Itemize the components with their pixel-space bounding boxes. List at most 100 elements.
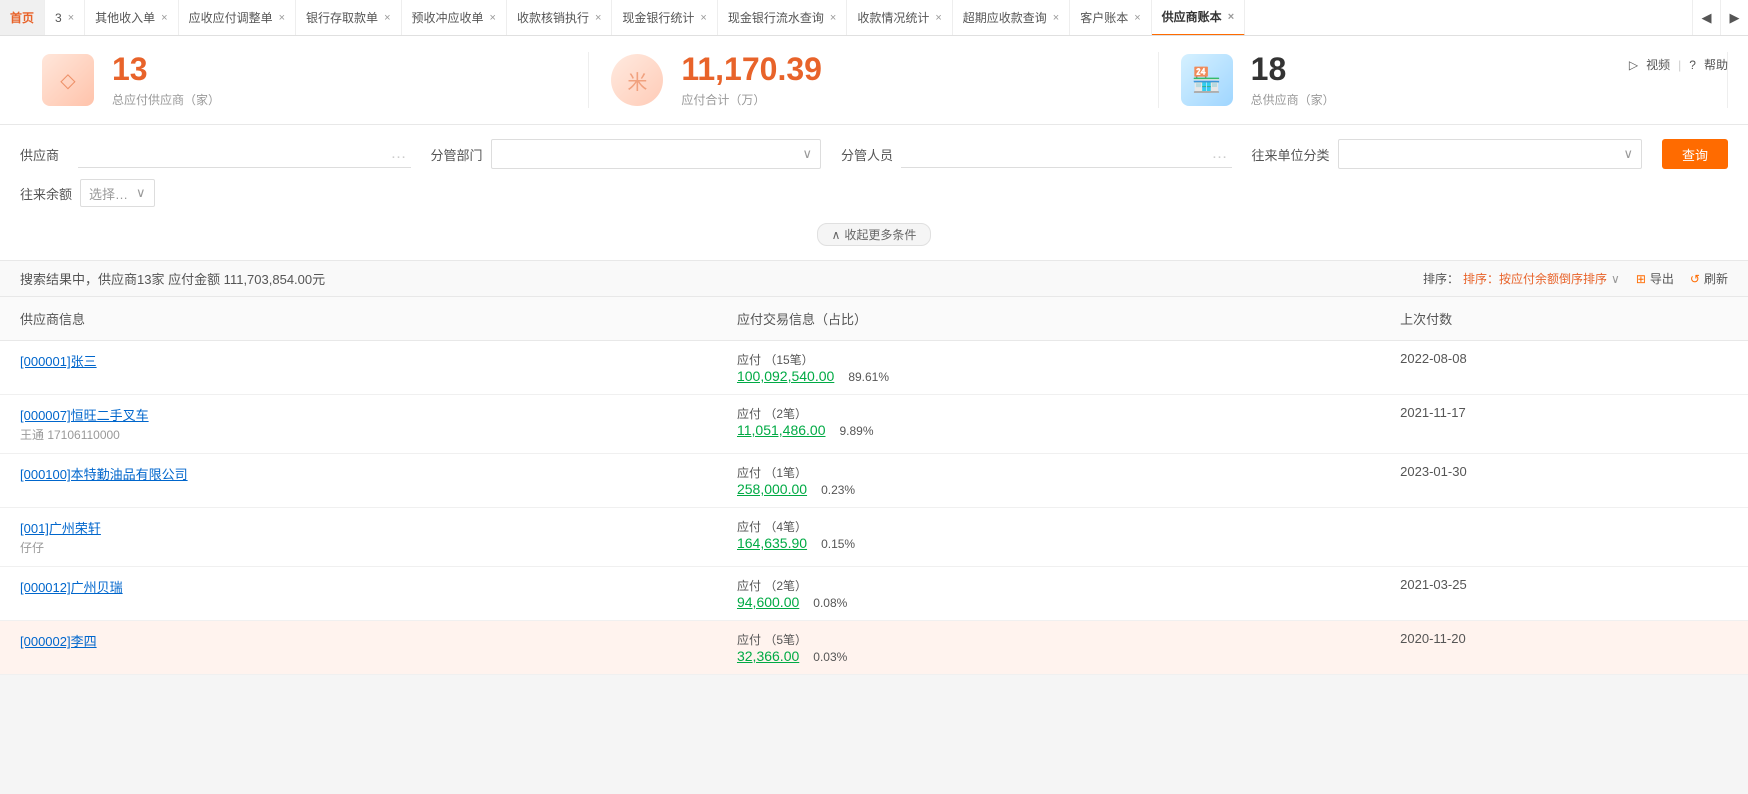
nav-supplier-ledger-close[interactable]: × [1228, 11, 1234, 23]
nav-bank-deposit-close[interactable]: × [384, 12, 390, 24]
payable-icon: 米 [609, 52, 665, 108]
last-payment-cell: 2022-08-08 [1380, 341, 1748, 395]
nav-bank-deposit-label: 银行存取款单 [306, 9, 378, 26]
supplier-info-cell: [001]广州荣轩仔仔 [0, 508, 717, 567]
payable-amount[interactable]: 11,051,486.00 [737, 422, 826, 438]
help-link[interactable]: 帮助 [1704, 56, 1728, 73]
total-payable-suppliers-label: 总应付供应商（家） [112, 91, 220, 108]
supplier-link[interactable]: [000100]本特勤油品有限公司 [20, 467, 188, 482]
payable-amount[interactable]: 100,092,540.00 [737, 368, 834, 384]
nav-cash-bank-stat-close[interactable]: × [700, 12, 706, 24]
payable-amount[interactable]: 94,600.00 [737, 594, 799, 610]
last-payment-cell: 2021-11-17 [1380, 395, 1748, 454]
table-row: [000002]李四应付 （5笔）32,366.000.03%2020-11-2… [0, 621, 1748, 675]
supplier-link[interactable]: [000002]李四 [20, 634, 97, 649]
filter-section: 供应商 … 分管部门 ∨ 分管人员 … 往来单位分类 [0, 125, 1748, 261]
payable-info-cell: 应付 （15笔）100,092,540.0089.61% [717, 341, 1380, 395]
supplier-info-cell: [000007]恒旺二手叉车王通 17106110000 [0, 395, 717, 454]
supplier-link[interactable]: [000001]张三 [20, 354, 97, 369]
supplier-table: 供应商信息 应付交易信息（占比） 上次付数 [000001]张三 应付 （15笔）… [0, 297, 1748, 675]
unit-chevron-icon: ∨ [1623, 146, 1633, 162]
payable-label: 应付 （15笔） [737, 351, 1360, 368]
nav-customer-ledger-close[interactable]: × [1134, 12, 1140, 24]
total-suppliers-value: 18 [1251, 52, 1335, 87]
nav-next-arrow[interactable]: ▶ [1720, 0, 1748, 36]
table-header-row: 供应商信息 应付交易信息（占比） 上次付数 [0, 297, 1748, 341]
table-row: [000007]恒旺二手叉车王通 17106110000应付 （2笔）11,05… [0, 395, 1748, 454]
sort-button[interactable]: 排序： 排序：按应付余额倒序排序 ∨ [1423, 270, 1620, 287]
export-button[interactable]: ⊞ 导出 [1636, 270, 1674, 287]
payable-percent: 0.08% [813, 596, 847, 610]
sort-value: 排序：按应付余额倒序排序 [1463, 270, 1607, 287]
nav-prev-arrow[interactable]: ◀ [1692, 0, 1720, 36]
nav-other-income[interactable]: 其他收入单 × [85, 0, 178, 36]
dept-filter-label: 分管部门 [431, 145, 483, 164]
nav-ar-ap-adjust[interactable]: 应收应付调整单 × [179, 0, 296, 36]
supplier-link[interactable]: [000007]恒旺二手叉车 [20, 408, 149, 423]
nav-bar: 首页 3 × 其他收入单 × 应收应付调整单 × 银行存取款单 × 预收冲应收单… [0, 0, 1748, 36]
filter-balance: 往来余额 选择… ∨ [20, 179, 155, 207]
nav-other-income-close[interactable]: × [161, 12, 167, 24]
payable-amount[interactable]: 164,635.90 [737, 535, 807, 551]
dept-select[interactable]: ∨ [491, 139, 821, 169]
summary-section: ◇ 13 总应付供应商（家） 米 11,170.39 应付合计（万） 🏪 18 … [0, 36, 1748, 125]
payable-label: 应付 （2笔） [737, 577, 1360, 594]
nav-overdue-ar-close[interactable]: × [1053, 12, 1059, 24]
summary-card-total-payable: 米 11,170.39 应付合计（万） [589, 52, 1158, 108]
nav-home[interactable]: 首页 [0, 0, 45, 36]
payable-info-cell: 应付 （4笔）164,635.900.15% [717, 508, 1380, 567]
nav-collection-exec-label: 收款核销执行 [517, 9, 589, 26]
nav-tab-3[interactable]: 3 × [45, 0, 85, 36]
summary-info-1: 13 总应付供应商（家） [112, 52, 220, 108]
supplier-info-cell: [000001]张三 [0, 341, 717, 395]
nav-pre-collect-close[interactable]: × [490, 12, 496, 24]
rice-icon: 米 [611, 54, 663, 106]
top-right-links: ▷ 视频 | ? 帮助 [1629, 56, 1728, 73]
collapse-button[interactable]: ∧ 收起更多条件 [817, 223, 932, 246]
filter-row-1: 供应商 … 分管部门 ∨ 分管人员 … 往来单位分类 [20, 139, 1728, 169]
nav-collection-exec[interactable]: 收款核销执行 × [507, 0, 612, 36]
result-bar: 搜索结果中，供应商13家 应付金额 111,703,854.00元 排序： 排序… [0, 261, 1748, 297]
nav-overdue-ar[interactable]: 超期应收款查询 × [953, 0, 1070, 36]
nav-collection-stat-close[interactable]: × [935, 12, 941, 24]
store-icon-inner: 🏪 [1181, 54, 1233, 106]
nav-pre-collect[interactable]: 预收冲应收单 × [402, 0, 507, 36]
nav-customer-ledger-label: 客户账本 [1080, 9, 1128, 26]
supplier-info-cell: [000002]李四 [0, 621, 717, 675]
refresh-label: 刷新 [1704, 270, 1728, 287]
supplier-sub-info: 王通 17106110000 [20, 426, 697, 443]
refresh-button[interactable]: ↺ 刷新 [1690, 270, 1728, 287]
balance-chevron-icon: ∨ [136, 185, 146, 201]
supplier-info-cell: [000100]本特勤油品有限公司 [0, 454, 717, 508]
supplier-link[interactable]: [000012]广州贝瑞 [20, 580, 123, 595]
nav-cash-bank-stat[interactable]: 现金银行统计 × [612, 0, 717, 36]
nav-cash-bank-query[interactable]: 现金银行流水查询 × [718, 0, 847, 36]
nav-tab-3-close[interactable]: × [68, 12, 74, 24]
nav-bank-deposit[interactable]: 银行存取款单 × [296, 0, 401, 36]
result-actions: 排序： 排序：按应付余额倒序排序 ∨ ⊞ 导出 ↺ 刷新 [1423, 270, 1728, 287]
total-payable-suppliers-value: 13 [112, 52, 220, 87]
nav-collection-stat[interactable]: 收款情况统计 × [847, 0, 952, 36]
query-button[interactable]: 查询 [1662, 139, 1728, 169]
diamond-icon: ◇ [42, 54, 94, 106]
nav-supplier-ledger[interactable]: 供应商账本 × [1152, 0, 1245, 36]
dept-chevron-icon: ∨ [802, 146, 812, 162]
unit-select[interactable]: ∨ [1338, 139, 1642, 169]
nav-next-icon: ▶ [1730, 10, 1740, 26]
collapse-label: 收起更多条件 [844, 226, 916, 243]
supplier-link[interactable]: [001]广州荣轩 [20, 521, 101, 536]
video-link[interactable]: 视频 [1646, 56, 1670, 73]
balance-select[interactable]: 选择… ∨ [80, 179, 155, 207]
sort-label: 排序： [1423, 270, 1459, 287]
person-input[interactable] [905, 139, 1211, 169]
nav-cash-bank-query-close[interactable]: × [830, 12, 836, 24]
nav-customer-ledger[interactable]: 客户账本 × [1070, 0, 1151, 36]
supplier-input[interactable] [82, 139, 391, 169]
summary-card-suppliers: ◇ 13 总应付供应商（家） [20, 52, 589, 108]
nav-ar-ap-adjust-close[interactable]: × [279, 12, 285, 24]
result-text: 搜索结果中，供应商13家 应付金额 111,703,854.00元 [20, 269, 325, 288]
nav-collection-exec-close[interactable]: × [595, 12, 601, 24]
payable-amount[interactable]: 32,366.00 [737, 648, 799, 664]
nav-pre-collect-label: 预收冲应收单 [412, 9, 484, 26]
payable-amount[interactable]: 258,000.00 [737, 481, 807, 497]
